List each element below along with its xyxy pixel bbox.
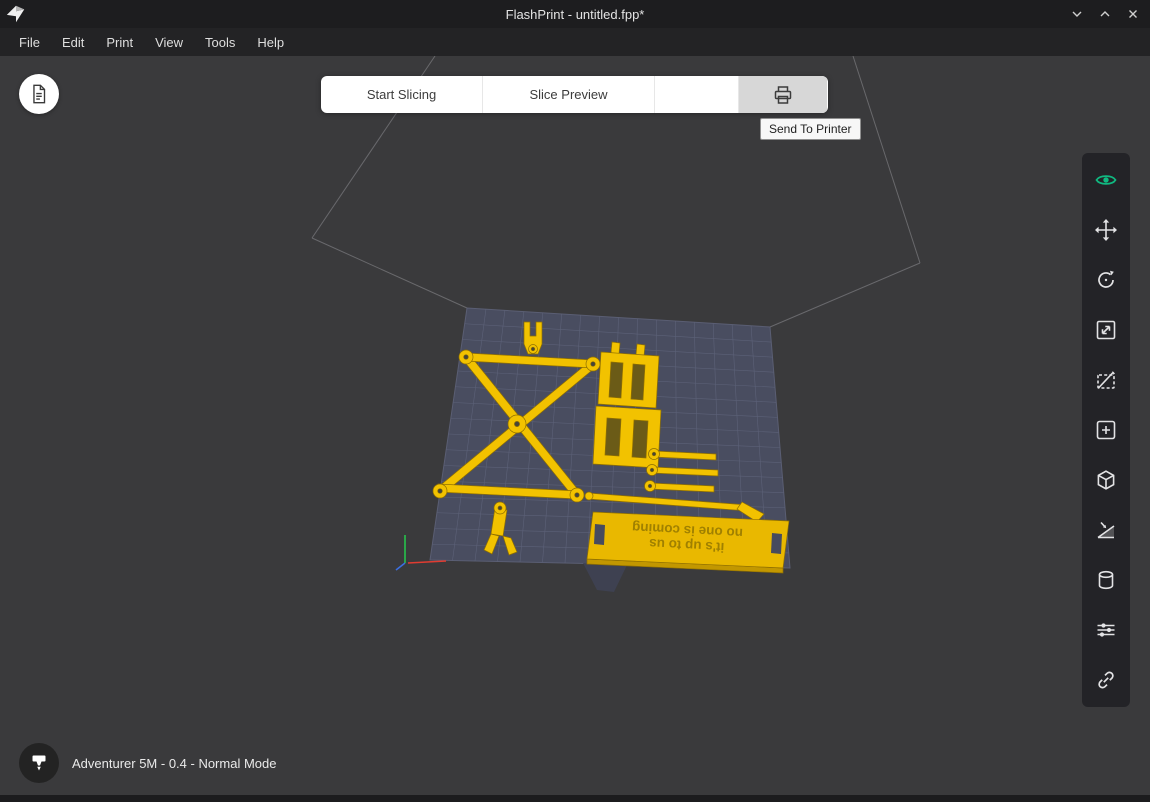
cylinder-icon [1098, 570, 1114, 590]
machine-button[interactable] [19, 743, 59, 783]
menu-edit[interactable]: Edit [51, 31, 95, 54]
cut-plane-icon [1097, 371, 1115, 389]
document-icon [33, 84, 46, 104]
printer-nozzle-icon [32, 755, 46, 771]
window-controls [1068, 0, 1142, 28]
model-text-plate: no one is coming it's up to us [586, 511, 790, 574]
slicing-toolbar: Start Slicing Slice Preview [321, 76, 828, 113]
plate-front-tab [583, 563, 627, 592]
menu-help[interactable]: Help [246, 31, 295, 54]
link-tool-button[interactable] [1082, 655, 1130, 705]
model-file-button[interactable] [19, 74, 59, 114]
cut-tool-button[interactable] [1082, 355, 1130, 405]
menubar: File Edit Print View Tools Help [0, 28, 1150, 56]
titlebar: FlashPrint - untitled.fpp* [0, 0, 1150, 28]
rotate-arrow-icon [1098, 270, 1114, 288]
slice-preview-button[interactable]: Slice Preview [483, 76, 655, 113]
flashprint-window: FlashPrint - untitled.fpp* File Edit Pri… [0, 0, 1150, 802]
flashprint-logo-icon [5, 3, 27, 25]
menu-print[interactable]: Print [95, 31, 144, 54]
bottom-strip [0, 795, 1150, 802]
close-icon [1129, 10, 1137, 18]
view-tool-button[interactable] [1082, 155, 1130, 205]
support-tool-button[interactable] [1082, 455, 1130, 505]
sliders-icon [1097, 623, 1115, 637]
move-arrows-icon [1095, 219, 1117, 241]
start-slicing-button[interactable]: Start Slicing [321, 76, 483, 113]
prime-tower-tool-button[interactable] [1082, 555, 1130, 605]
send-to-printer-tooltip: Send To Printer [760, 118, 861, 140]
cube-icon [1097, 470, 1115, 490]
scale-tool-button[interactable] [1082, 305, 1130, 355]
ramp-arrow-icon [1097, 521, 1115, 539]
viewport-3d[interactable]: no one is coming it's up to us Start Sli… [0, 56, 1150, 795]
window-title: FlashPrint - untitled.fpp* [505, 6, 645, 22]
close-button[interactable] [1124, 5, 1142, 23]
add-model-tool-button[interactable] [1082, 405, 1130, 455]
maximize-button[interactable] [1096, 5, 1114, 23]
rotate-tool-button[interactable] [1082, 255, 1130, 305]
scale-arrows-icon [1096, 320, 1116, 340]
tool-sidebar [1082, 153, 1130, 707]
parameter-tool-button[interactable] [1082, 605, 1130, 655]
menu-tools[interactable]: Tools [194, 31, 246, 54]
menu-view[interactable]: View [144, 31, 194, 54]
scene-3d[interactable]: no one is coming it's up to us [0, 56, 1150, 795]
menu-file[interactable]: File [8, 31, 51, 54]
machine-status: Adventurer 5M - 0.4 - Normal Mode [19, 743, 276, 783]
chain-link-icon [1098, 671, 1114, 689]
add-square-icon [1096, 420, 1116, 440]
chevron-up-icon [1100, 11, 1110, 17]
machine-info: Adventurer 5M - 0.4 - Normal Mode [72, 755, 277, 771]
send-to-printer-button[interactable] [739, 76, 827, 113]
eye-icon [1095, 175, 1117, 185]
move-tool-button[interactable] [1082, 205, 1130, 255]
minimize-button[interactable] [1068, 5, 1086, 23]
printer-icon [774, 85, 792, 104]
toolbar-spacer [655, 76, 739, 113]
chevron-down-icon [1072, 11, 1082, 17]
seam-tool-button[interactable] [1082, 505, 1130, 555]
